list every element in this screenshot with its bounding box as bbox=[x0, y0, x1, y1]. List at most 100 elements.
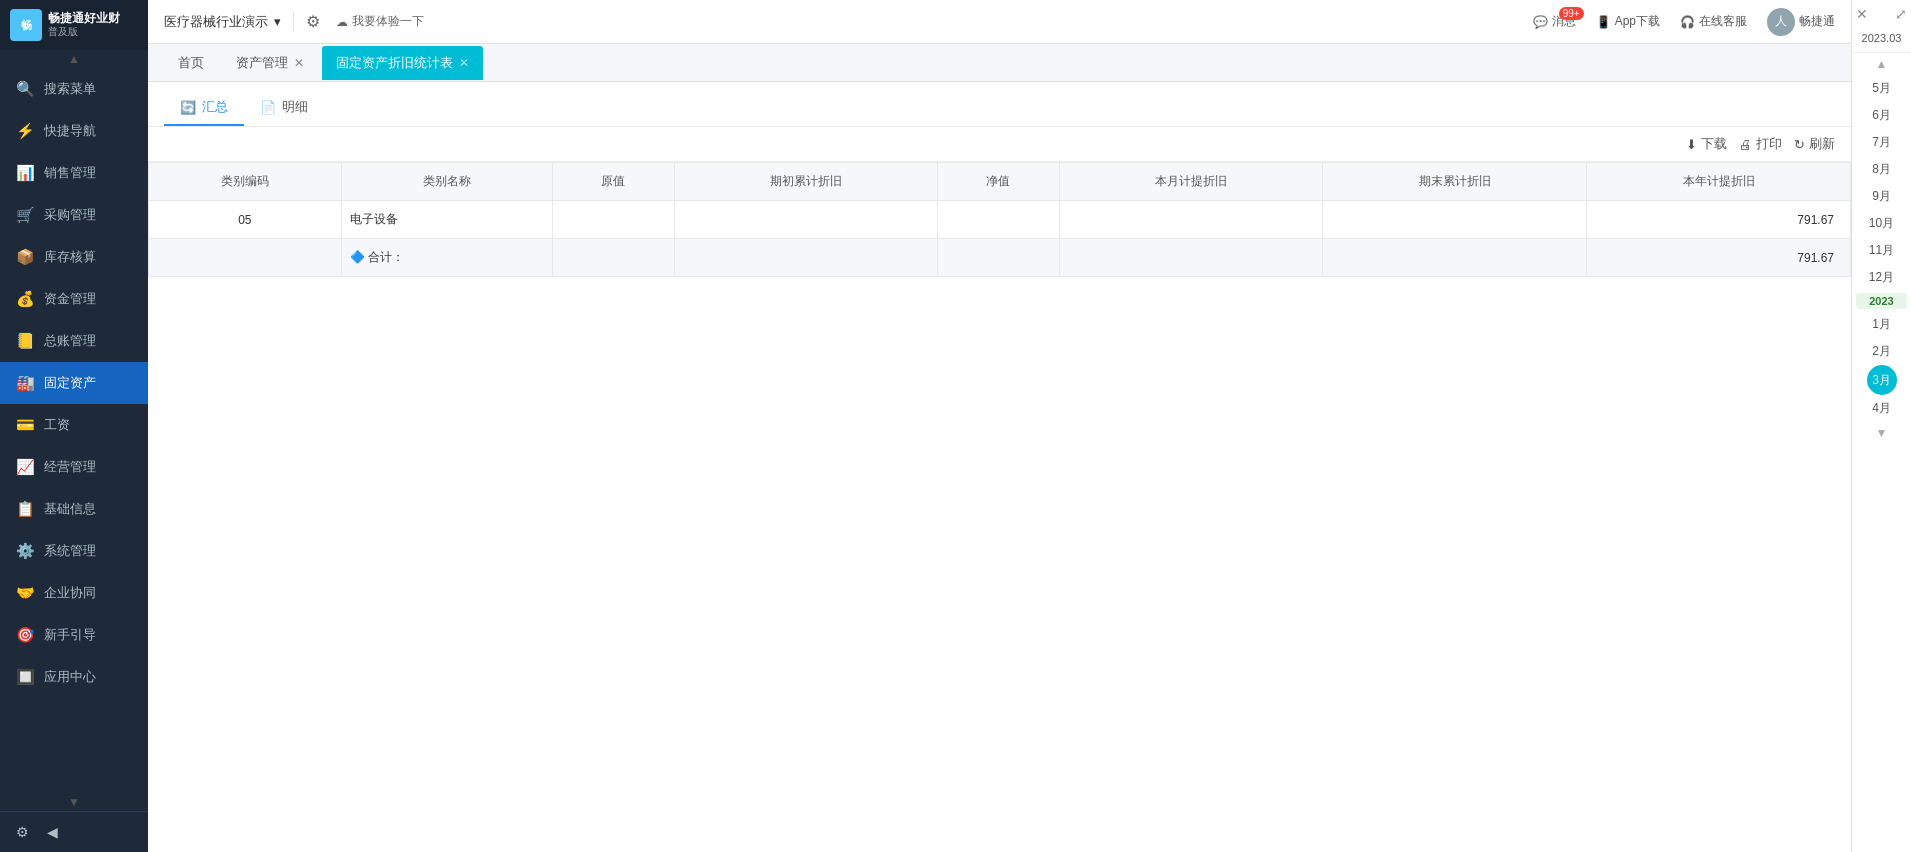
sidebar-item-apps[interactable]: 🔲 应用中心 bbox=[0, 656, 148, 698]
sidebar-item-guide[interactable]: 🎯 新手引导 bbox=[0, 614, 148, 656]
col-name: 类别名称 bbox=[341, 163, 552, 201]
sidebar-item-sales[interactable]: 📊 销售管理 bbox=[0, 152, 148, 194]
username-label: 畅捷通 bbox=[1799, 13, 1835, 30]
print-btn[interactable]: 🖨 打印 bbox=[1739, 135, 1782, 153]
sidebar-collapse-btn[interactable]: ◀ bbox=[43, 820, 62, 844]
topbar-right: 💬 消息 99+ 📱 App下载 🎧 在线客服 人 畅捷通 bbox=[1533, 8, 1835, 36]
user-profile-btn[interactable]: 人 畅捷通 bbox=[1767, 8, 1835, 36]
experience-text: 我要体验一下 bbox=[352, 13, 424, 30]
date-month-4[interactable]: 4月 bbox=[1852, 395, 1911, 422]
date-current-month-row: 3月 bbox=[1852, 365, 1911, 395]
date-month-12[interactable]: 12月 bbox=[1852, 264, 1911, 291]
app-download-btn[interactable]: 📱 App下载 bbox=[1596, 13, 1660, 30]
guide-icon: 🎯 bbox=[16, 626, 34, 644]
sidebar-scroll-down[interactable]: ▼ bbox=[0, 793, 148, 811]
sidebar-item-finance[interactable]: 💰 资金管理 bbox=[0, 278, 148, 320]
tab-asset-mgmt-close[interactable]: ✕ bbox=[294, 56, 304, 70]
messages-btn[interactable]: 💬 消息 99+ bbox=[1533, 13, 1576, 30]
date-month-7[interactable]: 7月 bbox=[1852, 129, 1911, 156]
tab-asset-mgmt[interactable]: 资产管理 ✕ bbox=[222, 46, 318, 80]
sidebar-item-corp[interactable]: 🤝 企业协同 bbox=[0, 572, 148, 614]
col-code: 类别编码 bbox=[149, 163, 342, 201]
date-panel-expand-btn[interactable]: ⤢ bbox=[1895, 6, 1907, 22]
message-icon: 💬 bbox=[1533, 15, 1548, 29]
sidebar-scroll-up[interactable]: ▲ bbox=[0, 50, 148, 68]
col-ending-accum: 期末累计折旧 bbox=[1323, 163, 1587, 201]
date-month-1[interactable]: 1月 bbox=[1852, 311, 1911, 338]
sidebar-nav: 🔍 搜索菜单 ⚡ 快捷导航 📊 销售管理 🛒 采购管理 📦 库存核算 💰 资金管… bbox=[0, 68, 148, 793]
tab-depreciation-label: 固定资产折旧统计表 bbox=[336, 54, 453, 72]
date-month-6[interactable]: 6月 bbox=[1852, 102, 1911, 129]
sidebar-footer: ⚙ ◀ bbox=[0, 811, 148, 852]
company-selector[interactable]: 医疗器械行业演示 ▾ bbox=[164, 13, 294, 31]
cell-current-dep bbox=[1059, 201, 1323, 239]
print-label: 打印 bbox=[1756, 135, 1782, 153]
sidebar-item-quicknav[interactable]: ⚡ 快捷导航 bbox=[0, 110, 148, 152]
date-month-5[interactable]: 5月 bbox=[1852, 75, 1911, 102]
cell-ending-accum bbox=[1323, 201, 1587, 239]
sidebar-item-ops[interactable]: 📈 经营管理 bbox=[0, 446, 148, 488]
date-month-10[interactable]: 10月 bbox=[1852, 210, 1911, 237]
sidebar-item-system[interactable]: ⚙️ 系统管理 bbox=[0, 530, 148, 572]
sidebar-label-quicknav: 快捷导航 bbox=[44, 122, 96, 140]
inner-tab-summary[interactable]: 🔄 汇总 bbox=[164, 90, 244, 126]
total-ending-accum bbox=[1323, 239, 1587, 277]
main-area: 医疗器械行业演示 ▾ ⚙ ☁ 我要体验一下 💬 消息 99+ 📱 App下载 🎧… bbox=[148, 0, 1851, 852]
total-current-dep bbox=[1059, 239, 1323, 277]
sidebar-logo: 畅 畅捷通好业财 普及版 bbox=[0, 0, 148, 50]
sidebar-label-salary: 工资 bbox=[44, 416, 70, 434]
download-btn[interactable]: ⬇ 下载 bbox=[1686, 135, 1727, 153]
base-icon: 📋 bbox=[16, 500, 34, 518]
sidebar-label-fixed: 固定资产 bbox=[44, 374, 96, 392]
sidebar-item-ledger[interactable]: 📒 总账管理 bbox=[0, 320, 148, 362]
sidebar-item-purchase[interactable]: 🛒 采购管理 bbox=[0, 194, 148, 236]
total-annual-dep: 791.67 bbox=[1587, 239, 1851, 277]
date-scroll-down[interactable]: ▼ bbox=[1852, 422, 1911, 444]
refresh-btn[interactable]: ↻ 刷新 bbox=[1794, 135, 1835, 153]
cell-net bbox=[938, 201, 1059, 239]
ops-icon: 📈 bbox=[16, 458, 34, 476]
tab-home[interactable]: 首页 bbox=[164, 46, 218, 80]
sidebar-label-inventory: 库存核算 bbox=[44, 248, 96, 266]
apps-icon: 🔲 bbox=[16, 668, 34, 686]
inner-tab-detail[interactable]: 📄 明细 bbox=[244, 90, 324, 126]
date-month-2[interactable]: 2月 bbox=[1852, 338, 1911, 365]
sidebar-label-ledger: 总账管理 bbox=[44, 332, 96, 350]
salary-icon: 💳 bbox=[16, 416, 34, 434]
finance-icon: 💰 bbox=[16, 290, 34, 308]
sidebar-settings-btn[interactable]: ⚙ bbox=[12, 820, 33, 844]
col-beginning-accum: 期初累计折旧 bbox=[674, 163, 938, 201]
cell-code: 05 bbox=[149, 201, 342, 239]
year-2023-label: 2023 bbox=[1856, 293, 1907, 309]
tab-depreciation-close[interactable]: ✕ bbox=[459, 56, 469, 70]
col-annual-dep: 本年计提折旧 bbox=[1587, 163, 1851, 201]
depreciation-table: 类别编码 类别名称 原值 期初累计折旧 净值 本月计提折旧 期末累计折旧 本年计… bbox=[148, 162, 1851, 277]
col-original: 原值 bbox=[553, 163, 674, 201]
date-month-11[interactable]: 11月 bbox=[1852, 237, 1911, 264]
topbar-settings-btn[interactable]: ⚙ bbox=[306, 12, 320, 31]
sales-icon: 📊 bbox=[16, 164, 34, 182]
download-icon: ⬇ bbox=[1686, 137, 1697, 152]
date-panel-close-btn[interactable]: ✕ bbox=[1856, 6, 1868, 22]
sidebar-item-search[interactable]: 🔍 搜索菜单 bbox=[0, 68, 148, 110]
search-icon: 🔍 bbox=[16, 80, 34, 98]
corp-icon: 🤝 bbox=[16, 584, 34, 602]
inner-tab-summary-label: 汇总 bbox=[202, 98, 228, 116]
date-scroll-up[interactable]: ▲ bbox=[1852, 53, 1911, 75]
date-panel-controls: ✕ ⤢ bbox=[1852, 0, 1911, 24]
sidebar-label-purchase: 采购管理 bbox=[44, 206, 96, 224]
date-month-8[interactable]: 8月 bbox=[1852, 156, 1911, 183]
sidebar-item-inventory[interactable]: 📦 库存核算 bbox=[0, 236, 148, 278]
sidebar-label-apps: 应用中心 bbox=[44, 668, 96, 686]
sidebar-label-sales: 销售管理 bbox=[44, 164, 96, 182]
online-service-btn[interactable]: 🎧 在线客服 bbox=[1680, 13, 1747, 30]
date-month-3-current[interactable]: 3月 bbox=[1867, 365, 1897, 395]
sidebar-item-salary[interactable]: 💳 工资 bbox=[0, 404, 148, 446]
tab-depreciation[interactable]: 固定资产折旧统计表 ✕ bbox=[322, 46, 483, 80]
sidebar-item-base[interactable]: 📋 基础信息 bbox=[0, 488, 148, 530]
logo-title: 畅捷通好业财 bbox=[48, 11, 120, 25]
sidebar-label-search: 搜索菜单 bbox=[44, 80, 96, 98]
sidebar-item-fixed[interactable]: 🏭 固定资产 bbox=[0, 362, 148, 404]
experience-btn[interactable]: ☁ 我要体验一下 bbox=[336, 13, 424, 30]
date-month-9[interactable]: 9月 bbox=[1852, 183, 1911, 210]
